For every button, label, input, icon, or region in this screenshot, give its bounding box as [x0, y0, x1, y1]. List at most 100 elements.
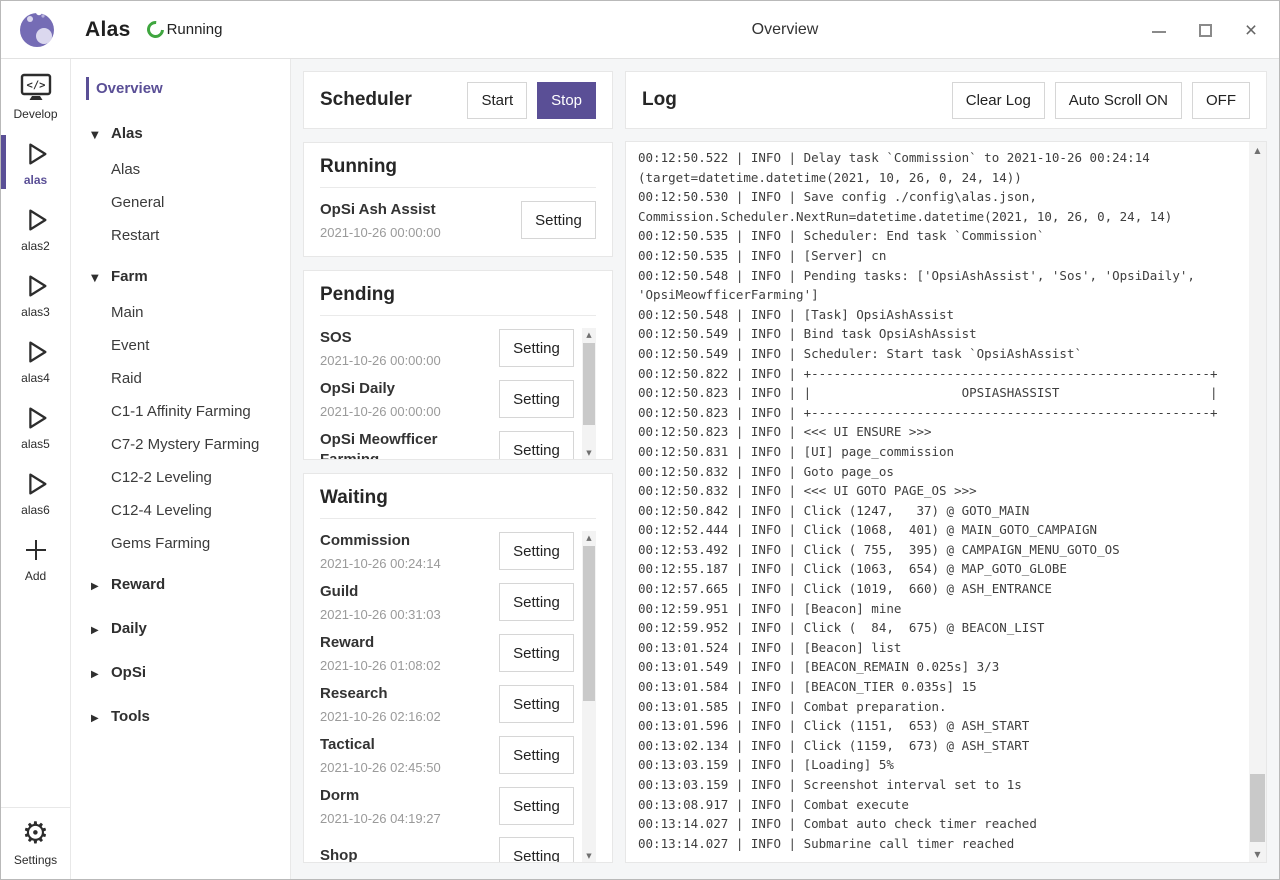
task-row: Reward 2021-10-26 01:08:02 Setting: [320, 633, 574, 673]
task-next-run-time: 2021-10-26 01:08:02: [320, 658, 491, 673]
sidebar-item-alas5[interactable]: alas5: [1, 393, 70, 459]
triangle-down-icon: ▼: [91, 130, 104, 141]
nav-item-c1-1-affinity-farming[interactable]: C1-1 Affinity Farming: [71, 395, 290, 428]
setting-button[interactable]: Setting: [499, 736, 574, 774]
nav-group-farm[interactable]: ▼Farm: [71, 257, 290, 296]
nav-item-general[interactable]: General: [71, 186, 290, 219]
page-title: Overview: [291, 21, 1279, 39]
task-name: Dorm: [320, 786, 491, 806]
scroll-up-icon[interactable]: ▲: [582, 328, 596, 341]
log-lines: 00:12:50.522 | INFO | Delay task `Commis…: [638, 148, 1236, 856]
sidebar-item-label: alas5: [21, 437, 50, 451]
maximize-button[interactable]: [1197, 22, 1213, 38]
nav-item-main[interactable]: Main: [71, 296, 290, 329]
task-name: SOS: [320, 328, 491, 348]
close-button[interactable]: ×: [1243, 22, 1259, 38]
clear-log-button[interactable]: Clear Log: [952, 82, 1045, 119]
instance-sidebar: </>Develop alas alas2 alas3 alas4 alas5 alas6A…: [1, 59, 71, 879]
nav-item-c12-4-leveling[interactable]: C12-4 Leveling: [71, 494, 290, 527]
setting-button[interactable]: Setting: [499, 380, 574, 418]
task-name: Guild: [320, 582, 491, 602]
scroll-up-icon[interactable]: ▲: [582, 531, 596, 544]
running-title: Running: [320, 156, 596, 188]
sidebar-item-alas4[interactable]: alas4: [1, 327, 70, 393]
task-next-run-time: 2021-10-26 00:24:14: [320, 556, 491, 571]
nav-item-c12-2-leveling[interactable]: C12-2 Leveling: [71, 461, 290, 494]
task-row: OpSi Meowfficer Farming Setting: [320, 430, 574, 459]
log-scrollbar[interactable]: ▲ ▼: [1249, 142, 1266, 862]
play-icon: [20, 402, 52, 434]
task-row: Research2021-10-26 02:16:02Setting: [320, 684, 574, 724]
setting-button[interactable]: Setting: [499, 787, 574, 825]
task-row: Dorm 2021-10-26 04:19:27 Setting: [320, 786, 574, 826]
task-name: Tactical: [320, 735, 491, 755]
sidebar-item-label: alas: [24, 173, 47, 187]
pending-scrollbar[interactable]: ▲ ▼: [582, 328, 596, 459]
setting-button[interactable]: Setting: [499, 329, 574, 367]
nav-group-daily[interactable]: ▶Daily: [71, 609, 290, 648]
sidebar-item-add[interactable]: Add: [1, 525, 70, 591]
nav-item-raid[interactable]: Raid: [71, 362, 290, 395]
nav-group-alas[interactable]: ▼Alas: [71, 114, 290, 153]
app-window: Alas Running Overview × </>Develop alas al…: [0, 0, 1280, 880]
nav-item-gems-farming[interactable]: Gems Farming: [71, 527, 290, 560]
sidebar-item-alas3[interactable]: alas3: [1, 261, 70, 327]
nav-item-event[interactable]: Event: [71, 329, 290, 362]
log-column: Log Clear Log Auto Scroll ON OFF 00:12:5…: [625, 71, 1267, 863]
window-controls: ×: [1151, 1, 1259, 59]
auto-scroll-off-button[interactable]: OFF: [1192, 82, 1250, 119]
sidebar-item-alas[interactable]: alas: [1, 129, 70, 195]
auto-scroll-on-button[interactable]: Auto Scroll ON: [1055, 82, 1182, 119]
task-row: OpSi Ash Assist2021-10-26 00:00:00Settin…: [320, 200, 596, 240]
sidebar-item-label: alas3: [21, 305, 50, 319]
setting-button[interactable]: Setting: [499, 431, 574, 459]
status-label: Running: [167, 21, 223, 38]
scroll-down-icon[interactable]: ▼: [1249, 846, 1266, 862]
nav-group-tools[interactable]: ▶Tools: [71, 697, 290, 736]
setting-button[interactable]: Setting: [499, 532, 574, 570]
task-name: Commission: [320, 531, 491, 551]
sidebar-item-alas2[interactable]: alas2: [1, 195, 70, 261]
task-next-run-time: 2021-10-26 04:19:27: [320, 811, 491, 826]
task-row: Guild2021-10-26 00:31:03Setting: [320, 582, 574, 622]
task-name: OpSi Daily: [320, 379, 491, 399]
play-icon: [20, 270, 52, 302]
triangle-right-icon: ▶: [91, 625, 104, 636]
sidebar-item-develop[interactable]: </>Develop: [1, 63, 70, 129]
start-button[interactable]: Start: [467, 82, 527, 119]
task-name: Reward: [320, 633, 491, 653]
scheduler-column: Scheduler Start Stop Running OpSi Ash As…: [303, 71, 613, 863]
stop-button[interactable]: Stop: [537, 82, 596, 119]
triangle-right-icon: ▶: [91, 713, 104, 724]
nav-item-alas[interactable]: Alas: [71, 153, 290, 186]
scroll-up-icon[interactable]: ▲: [1249, 142, 1266, 158]
nav-item-overview[interactable]: Overview: [71, 75, 290, 102]
task-row: SOS2021-10-26 00:00:00Setting: [320, 328, 574, 368]
task-next-run-time: 2021-10-26 02:16:02: [320, 709, 491, 724]
nav-group-label: Farm: [111, 268, 148, 285]
svg-text:</>: </>: [26, 80, 45, 92]
minimize-button[interactable]: [1151, 22, 1167, 38]
alas-logo-icon: [17, 10, 57, 50]
setting-button[interactable]: Setting: [499, 634, 574, 672]
nav-group-opsi[interactable]: ▶OpSi: [71, 653, 290, 692]
setting-button[interactable]: Setting: [499, 583, 574, 621]
nav-item-c7-2-mystery-farming[interactable]: C7-2 Mystery Farming: [71, 428, 290, 461]
scheduler-title: Scheduler: [320, 89, 412, 111]
nav-group-reward[interactable]: ▶Reward: [71, 565, 290, 604]
scroll-down-icon[interactable]: ▼: [582, 849, 596, 862]
triangle-right-icon: ▶: [91, 669, 104, 680]
play-icon: [20, 204, 52, 236]
task-next-run-time: 2021-10-26 02:45:50: [320, 760, 491, 775]
sidebar-item-settings[interactable]: ⚙ Settings: [1, 807, 70, 879]
waiting-scrollbar[interactable]: ▲ ▼: [582, 531, 596, 862]
sidebar-item-alas6[interactable]: alas6: [1, 459, 70, 525]
scroll-down-icon[interactable]: ▼: [582, 446, 596, 459]
nav-item-restart[interactable]: Restart: [71, 219, 290, 252]
task-name: OpSi Meowfficer Farming: [320, 430, 491, 459]
code-icon: </>: [19, 72, 53, 104]
app-name: Alas: [85, 18, 131, 42]
setting-button[interactable]: Setting: [499, 837, 574, 862]
setting-button[interactable]: Setting: [521, 201, 596, 239]
setting-button[interactable]: Setting: [499, 685, 574, 723]
